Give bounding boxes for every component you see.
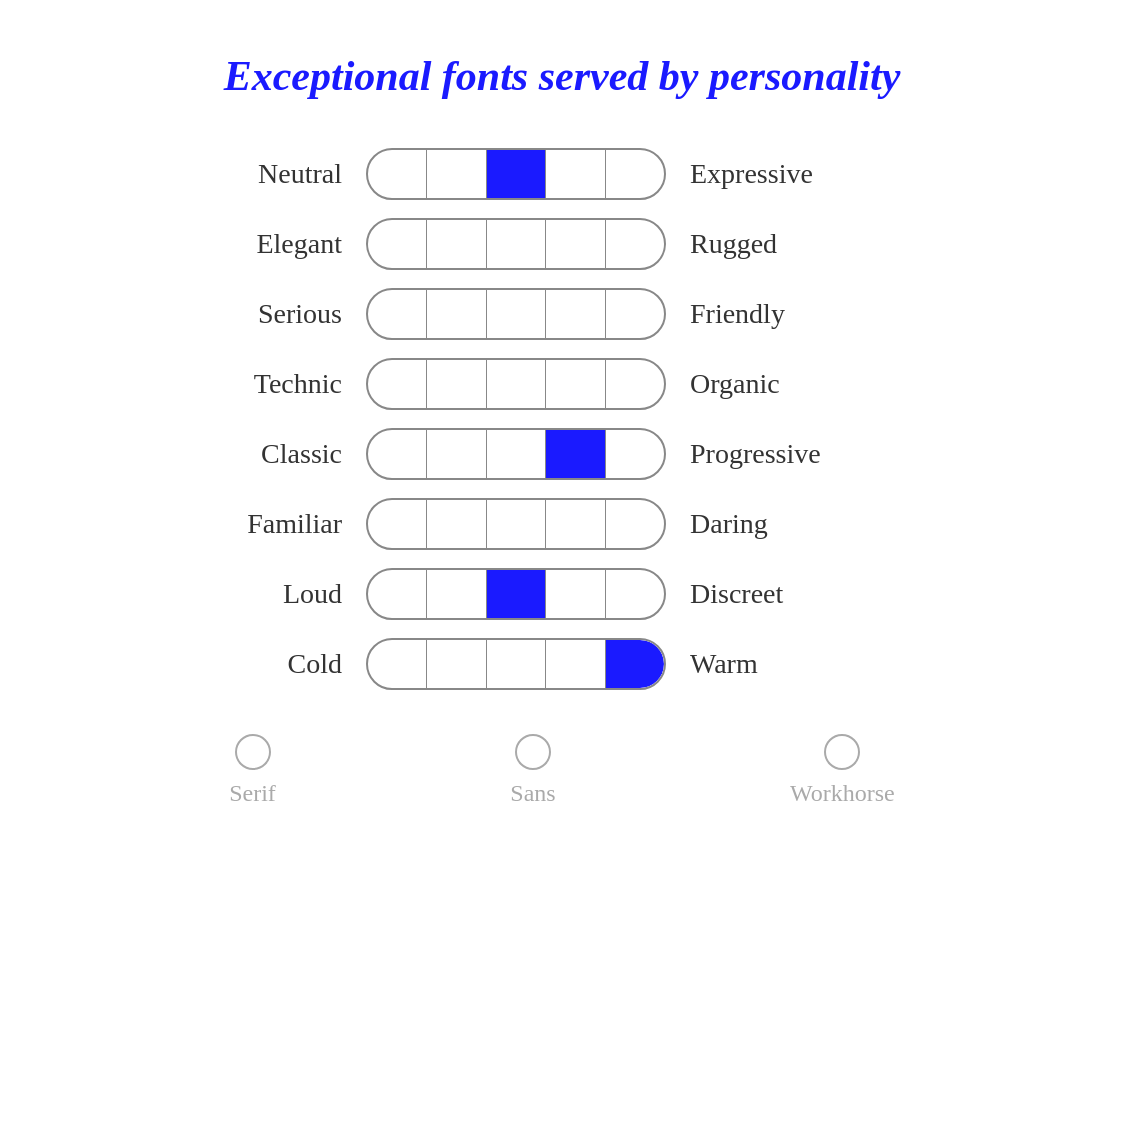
label-left-7: Cold [212, 648, 342, 680]
page-title: Exceptional fonts served by personality [224, 52, 901, 100]
slider-row[interactable]: Technic Organic [212, 358, 912, 410]
slider-row[interactable]: Classic Progressive [212, 428, 912, 480]
label-right-6: Discreet [690, 578, 890, 610]
label-right-4: Progressive [690, 438, 890, 470]
segment-6-1[interactable] [427, 570, 486, 618]
segment-bar-0[interactable] [366, 148, 666, 200]
segment-1-2[interactable] [487, 220, 546, 268]
segment-2-4[interactable] [606, 290, 664, 338]
slider-row[interactable]: Neutral Expressive [212, 148, 912, 200]
segment-4-1[interactable] [427, 430, 486, 478]
label-left-0: Neutral [212, 158, 342, 190]
segment-2-2[interactable] [487, 290, 546, 338]
nav-circle-0[interactable] [235, 734, 271, 770]
slider-row[interactable]: Cold Warm [212, 638, 912, 690]
segment-0-0[interactable] [368, 150, 427, 198]
segment-3-2[interactable] [487, 360, 546, 408]
segment-4-2[interactable] [487, 430, 546, 478]
label-left-2: Serious [212, 298, 342, 330]
nav-label-1: Sans [510, 780, 555, 807]
label-left-4: Classic [212, 438, 342, 470]
segment-bar-4[interactable] [366, 428, 666, 480]
nav-label-2: Workhorse [790, 780, 895, 807]
segment-6-2[interactable] [487, 570, 546, 618]
nav-circle-1[interactable] [515, 734, 551, 770]
label-left-5: Familiar [212, 508, 342, 540]
label-right-7: Warm [690, 648, 890, 680]
nav-item-sans[interactable]: Sans [510, 734, 555, 807]
segment-bar-2[interactable] [366, 288, 666, 340]
segment-bar-7[interactable] [366, 638, 666, 690]
slider-row[interactable]: Serious Friendly [212, 288, 912, 340]
slider-row[interactable]: Elegant Rugged [212, 218, 912, 270]
segment-2-3[interactable] [546, 290, 605, 338]
segment-6-3[interactable] [546, 570, 605, 618]
label-right-1: Rugged [690, 228, 890, 260]
segment-6-4[interactable] [606, 570, 664, 618]
segment-5-3[interactable] [546, 500, 605, 548]
segment-3-3[interactable] [546, 360, 605, 408]
segment-7-0[interactable] [368, 640, 427, 688]
segment-bar-3[interactable] [366, 358, 666, 410]
segment-bar-5[interactable] [366, 498, 666, 550]
sliders-container: Neutral Expressive Elegant Rugged Serious Fri… [0, 148, 1124, 690]
segment-5-1[interactable] [427, 500, 486, 548]
segment-0-1[interactable] [427, 150, 486, 198]
nav-circle-2[interactable] [824, 734, 860, 770]
nav-item-serif[interactable]: Serif [229, 734, 276, 807]
segment-bar-6[interactable] [366, 568, 666, 620]
segment-3-1[interactable] [427, 360, 486, 408]
segment-bar-1[interactable] [366, 218, 666, 270]
segment-4-0[interactable] [368, 430, 427, 478]
segment-0-2[interactable] [487, 150, 546, 198]
segment-1-3[interactable] [546, 220, 605, 268]
segment-7-2[interactable] [487, 640, 546, 688]
segment-5-0[interactable] [368, 500, 427, 548]
nav-label-0: Serif [229, 780, 276, 807]
slider-row[interactable]: Familiar Daring [212, 498, 912, 550]
segment-0-4[interactable] [606, 150, 664, 198]
segment-2-1[interactable] [427, 290, 486, 338]
label-left-3: Technic [212, 368, 342, 400]
bottom-nav: Serif Sans Workhorse [112, 734, 1012, 807]
label-right-0: Expressive [690, 158, 890, 190]
label-left-6: Loud [212, 578, 342, 610]
segment-4-4[interactable] [606, 430, 664, 478]
segment-2-0[interactable] [368, 290, 427, 338]
segment-1-4[interactable] [606, 220, 664, 268]
segment-3-0[interactable] [368, 360, 427, 408]
segment-5-2[interactable] [487, 500, 546, 548]
segment-1-1[interactable] [427, 220, 486, 268]
segment-7-3[interactable] [546, 640, 605, 688]
segment-0-3[interactable] [546, 150, 605, 198]
label-left-1: Elegant [212, 228, 342, 260]
slider-row[interactable]: Loud Discreet [212, 568, 912, 620]
segment-3-4[interactable] [606, 360, 664, 408]
label-right-3: Organic [690, 368, 890, 400]
label-right-5: Daring [690, 508, 890, 540]
nav-item-workhorse[interactable]: Workhorse [790, 734, 895, 807]
segment-5-4[interactable] [606, 500, 664, 548]
segment-1-0[interactable] [368, 220, 427, 268]
segment-7-1[interactable] [427, 640, 486, 688]
label-right-2: Friendly [690, 298, 890, 330]
segment-6-0[interactable] [368, 570, 427, 618]
segment-4-3[interactable] [546, 430, 605, 478]
segment-7-4[interactable] [606, 640, 664, 688]
